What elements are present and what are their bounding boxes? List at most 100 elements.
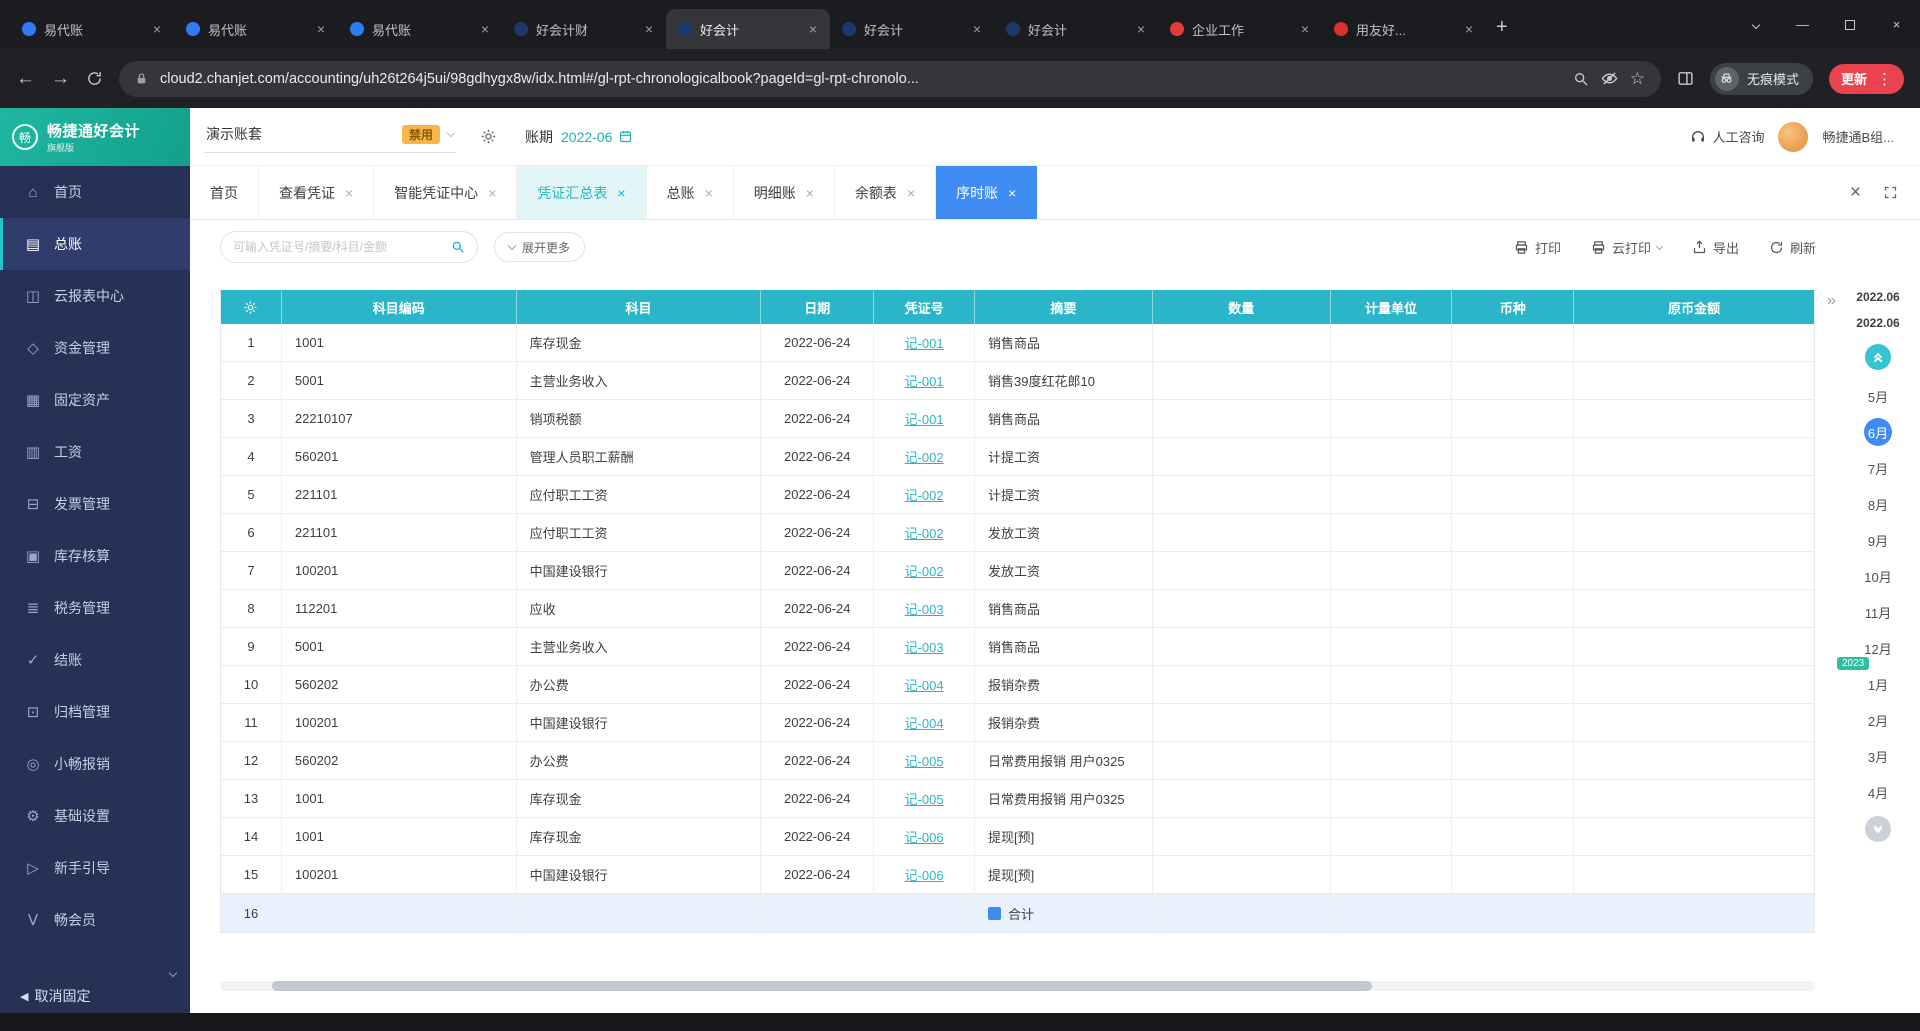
sidebar-item[interactable]: ▤ 总账 bbox=[0, 218, 190, 270]
table-row[interactable]: 4 560201 管理人员职工薪酬 2022-06-24 记-002 计提工资 bbox=[221, 438, 1814, 476]
browser-tab[interactable]: 用友好... × bbox=[1322, 9, 1486, 49]
month-item[interactable]: 11月 bbox=[1842, 594, 1914, 630]
user-avatar[interactable] bbox=[1778, 121, 1809, 152]
voucher-link[interactable]: 记-006 bbox=[905, 865, 944, 884]
browser-tab[interactable]: 易代账 × bbox=[174, 9, 338, 49]
browser-tab[interactable]: 好会计 × bbox=[994, 9, 1158, 49]
disabled-badge[interactable]: 禁用 bbox=[401, 124, 440, 144]
sidebar-item[interactable]: ⌂ 首页 bbox=[0, 166, 190, 218]
minimize-button[interactable]: — bbox=[1779, 0, 1826, 49]
table-row[interactable]: 3 22210107 销项税额 2022-06-24 记-001 销售商品 bbox=[221, 400, 1814, 438]
browser-tab[interactable]: 企业工作 × bbox=[1158, 9, 1322, 49]
sidebar-item[interactable]: ▦ 固定资产 bbox=[0, 374, 190, 426]
app-tab[interactable]: 智能凭证中心 × bbox=[374, 166, 518, 219]
table-row[interactable]: 2 5001 主营业务收入 2022-06-24 记-001 销售39度红花郎1… bbox=[221, 362, 1814, 400]
app-tab-close-icon[interactable]: × bbox=[1008, 185, 1016, 201]
voucher-link[interactable]: 记-005 bbox=[905, 751, 944, 770]
app-tab[interactable]: 查看凭证 × bbox=[259, 166, 375, 219]
app-tab[interactable]: 凭证汇总表 × bbox=[517, 166, 647, 219]
unpin-sidebar-button[interactable]: ◀ 取消固定 bbox=[0, 979, 190, 1013]
browser-tab[interactable]: 好会计 × bbox=[666, 9, 830, 49]
search-input[interactable] bbox=[233, 240, 443, 254]
table-row[interactable]: 6 221101 应付职工工资 2022-06-24 记-002 发放工资 bbox=[221, 514, 1814, 552]
account-set-select[interactable]: 演示账套 禁用 bbox=[204, 120, 456, 153]
magnifier-icon[interactable] bbox=[451, 240, 465, 254]
table-row[interactable]: 15 100201 中国建设银行 2022-06-24 记-006 提现[预] bbox=[221, 856, 1814, 894]
browser-tab[interactable]: 易代账 × bbox=[338, 9, 502, 49]
maximize-button[interactable] bbox=[1826, 0, 1873, 49]
browser-tab[interactable]: 好会计财 × bbox=[502, 9, 666, 49]
voucher-link[interactable]: 记-002 bbox=[905, 561, 944, 580]
month-item[interactable]: 10月 bbox=[1842, 558, 1914, 594]
table-row[interactable]: 10 560202 办公费 2022-06-24 记-004 报销杂费 bbox=[221, 666, 1814, 704]
support-button[interactable]: 人工咨询 bbox=[1690, 127, 1764, 146]
tab-close-icon[interactable]: × bbox=[968, 20, 986, 38]
sidebar-item[interactable]: ⊟ 发票管理 bbox=[0, 478, 190, 530]
table-row[interactable]: 1 1001 库存现金 2022-06-24 记-001 销售商品 bbox=[221, 324, 1814, 362]
sidebar-item[interactable]: ≣ 税务管理 bbox=[0, 582, 190, 634]
voucher-link[interactable]: 记-001 bbox=[905, 409, 944, 428]
print-button[interactable]: 打印 bbox=[1514, 238, 1561, 257]
browser-menu-icon[interactable]: ⋮ bbox=[1877, 70, 1892, 88]
voucher-link[interactable]: 记-004 bbox=[905, 675, 944, 694]
scroll-months-down-button[interactable] bbox=[1865, 816, 1891, 842]
sidebar-item[interactable]: ⚙ 基础设置 bbox=[0, 790, 190, 842]
app-tab-close-icon[interactable]: × bbox=[806, 185, 814, 201]
table-row[interactable]: 7 100201 中国建设银行 2022-06-24 记-002 发放工资 bbox=[221, 552, 1814, 590]
sidebar-item[interactable]: ▥ 工资 bbox=[0, 426, 190, 478]
table-row[interactable]: 13 1001 库存现金 2022-06-24 记-005 日常费用报销 用户0… bbox=[221, 780, 1814, 818]
voucher-link[interactable]: 记-002 bbox=[905, 523, 944, 542]
app-tab-close-icon[interactable]: × bbox=[488, 185, 496, 201]
tab-close-icon[interactable]: × bbox=[148, 20, 166, 38]
browser-tab[interactable]: 好会计 × bbox=[830, 9, 994, 49]
voucher-link[interactable]: 记-001 bbox=[905, 371, 944, 390]
close-window-button[interactable]: × bbox=[1873, 0, 1920, 49]
voucher-link[interactable]: 记-001 bbox=[905, 333, 944, 352]
app-tab[interactable]: 余额表 × bbox=[835, 166, 937, 219]
fullscreen-icon[interactable] bbox=[1883, 185, 1898, 200]
month-item[interactable]: 5月 bbox=[1842, 378, 1914, 414]
month-item[interactable]: 1月 2023 bbox=[1837, 657, 1914, 702]
app-tab-close-icon[interactable]: × bbox=[705, 185, 713, 201]
app-tab-close-icon[interactable]: × bbox=[345, 185, 353, 201]
sidebar-scroll-down-icon[interactable] bbox=[168, 963, 190, 979]
table-settings-gear-icon[interactable] bbox=[221, 290, 282, 324]
voucher-link[interactable]: 记-003 bbox=[905, 599, 944, 618]
close-all-tabs-icon[interactable]: × bbox=[1850, 182, 1861, 204]
tab-close-icon[interactable]: × bbox=[1132, 20, 1150, 38]
app-tab-close-icon[interactable]: × bbox=[617, 185, 625, 201]
tab-search-chevron-icon[interactable] bbox=[1732, 0, 1779, 49]
search-icon[interactable] bbox=[1573, 71, 1589, 87]
tab-close-icon[interactable]: × bbox=[1460, 20, 1478, 38]
table-row[interactable]: 9 5001 主营业务收入 2022-06-24 记-003 销售商品 bbox=[221, 628, 1814, 666]
voucher-link[interactable]: 记-002 bbox=[905, 485, 944, 504]
table-row[interactable]: 12 560202 办公费 2022-06-24 记-005 日常费用报销 用户… bbox=[221, 742, 1814, 780]
browser-tab[interactable]: 易代账 × bbox=[10, 9, 174, 49]
user-name[interactable]: 畅捷通B组... bbox=[1822, 127, 1894, 146]
sidebar-item[interactable]: ▷ 新手引导 bbox=[0, 842, 190, 894]
voucher-link[interactable]: 记-002 bbox=[905, 447, 944, 466]
scroll-months-up-button[interactable] bbox=[1865, 344, 1891, 370]
eye-off-icon[interactable] bbox=[1601, 70, 1618, 87]
bookmark-star-icon[interactable]: ☆ bbox=[1630, 69, 1645, 89]
expand-more-button[interactable]: 展开更多 bbox=[494, 232, 586, 262]
month-item[interactable]: 4月 bbox=[1842, 774, 1914, 810]
month-item[interactable]: 7月 bbox=[1842, 450, 1914, 486]
tab-close-icon[interactable]: × bbox=[1296, 20, 1314, 38]
sidebar-item[interactable]: ◎ 小畅报销 bbox=[0, 738, 190, 790]
app-tab[interactable]: 首页 × bbox=[190, 166, 259, 219]
month-item[interactable]: 3月 bbox=[1842, 738, 1914, 774]
refresh-button[interactable]: 刷新 bbox=[1769, 238, 1816, 257]
new-tab-button[interactable]: + bbox=[1496, 16, 1508, 39]
period-picker[interactable]: 2022-06 bbox=[561, 129, 633, 145]
app-tab[interactable]: 总账 × bbox=[647, 166, 734, 219]
export-button[interactable]: 导出 bbox=[1692, 238, 1739, 257]
cloud-print-button[interactable]: 云打印 bbox=[1591, 238, 1664, 257]
voucher-link[interactable]: 记-004 bbox=[905, 713, 944, 732]
sidebar-item[interactable]: ◫ 云报表中心 bbox=[0, 270, 190, 322]
sidebar-item[interactable]: ▣ 库存核算 bbox=[0, 530, 190, 582]
sidebar-item[interactable]: ✓ 结账 bbox=[0, 634, 190, 686]
tab-close-icon[interactable]: × bbox=[804, 20, 822, 38]
table-row[interactable]: 8 112201 应收 2022-06-24 记-003 销售商品 bbox=[221, 590, 1814, 628]
tab-close-icon[interactable]: × bbox=[312, 20, 330, 38]
